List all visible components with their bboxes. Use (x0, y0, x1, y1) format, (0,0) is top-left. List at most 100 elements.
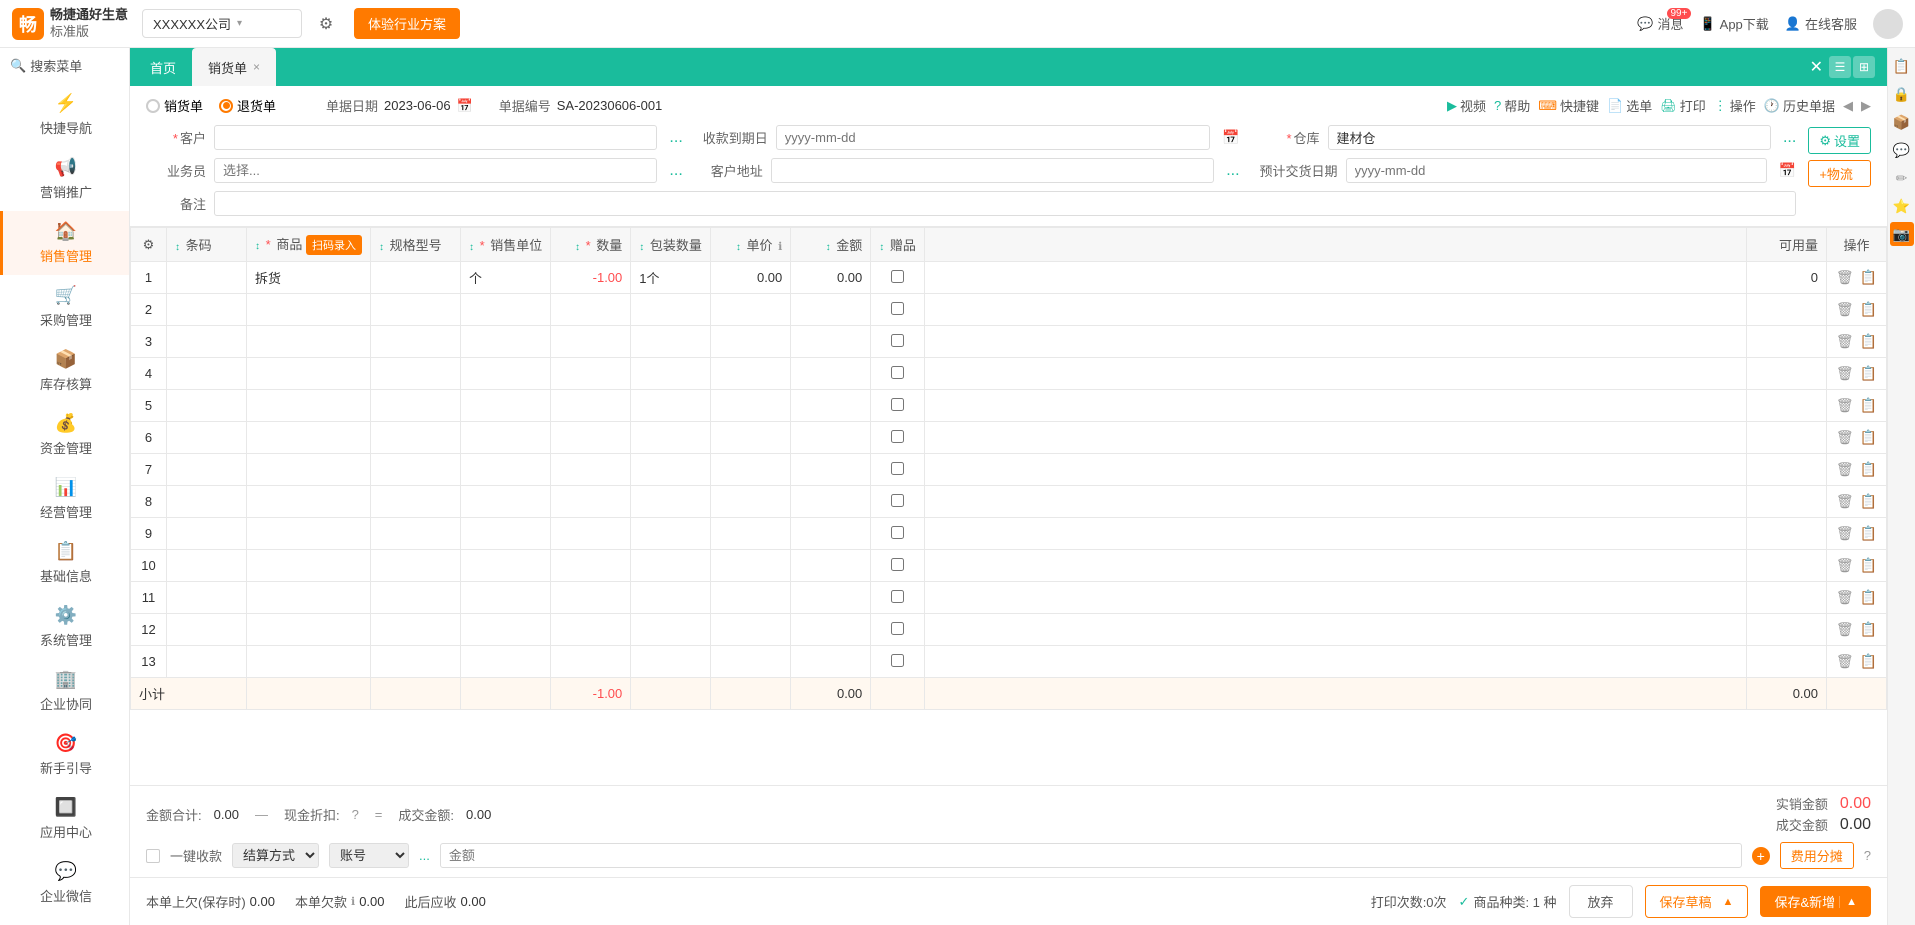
cell-gift[interactable] (871, 422, 925, 454)
customer-ellipsis-icon[interactable]: ... (669, 129, 682, 147)
delete-icon[interactable]: 🗑 (1836, 557, 1854, 574)
sidebar-item-quick-nav[interactable]: ⚡ 快捷导航 (0, 83, 129, 147)
copy-icon[interactable]: 📋 (1860, 557, 1877, 574)
cum-balance-info-icon[interactable]: ℹ (351, 895, 355, 908)
payment-add-button[interactable]: + (1752, 847, 1770, 865)
expense-split-button[interactable]: 费用分摊 (1780, 842, 1854, 869)
cell-gift[interactable] (871, 646, 925, 678)
sidebar-item-operations[interactable]: 📊 经营管理 (0, 467, 129, 531)
delivery-date-input[interactable] (1346, 158, 1767, 183)
cell-notes[interactable] (924, 262, 1746, 294)
online-service-button[interactable]: 👤 在线客服 (1785, 14, 1857, 33)
cell-notes[interactable] (924, 390, 1746, 422)
sidebar-item-purchase[interactable]: 🛒 采购管理 (0, 275, 129, 339)
right-sidebar-icon-1[interactable]: 📋 (1890, 54, 1914, 78)
delete-icon[interactable]: 🗑 (1836, 333, 1854, 350)
cell-notes[interactable] (924, 358, 1746, 390)
cell-spec[interactable] (370, 518, 460, 550)
prev-record-icon[interactable]: ◀ (1843, 98, 1853, 114)
cell-notes[interactable] (924, 326, 1746, 358)
cell-notes[interactable] (924, 550, 1746, 582)
customer-input[interactable] (214, 125, 657, 150)
close-all-tabs-icon[interactable]: ✕ (1810, 57, 1823, 77)
cell-notes[interactable] (924, 454, 1746, 486)
th-barcode[interactable]: ↕ 条码 (167, 228, 247, 262)
delete-icon[interactable]: 🗑 (1836, 621, 1854, 638)
save-draft-chevron-icon[interactable]: ▲ (1716, 896, 1734, 908)
th-product[interactable]: ↕ * 商品 扫码录入 (247, 228, 371, 262)
cell-barcode[interactable] (167, 518, 247, 550)
cell-gift[interactable] (871, 486, 925, 518)
right-sidebar-icon-2[interactable]: 🔒 (1890, 82, 1914, 106)
sidebar-item-system[interactable]: ⚙️ 系统管理 (0, 595, 129, 659)
cell-notes[interactable] (924, 646, 1746, 678)
grid-view-btn[interactable]: ⊞ (1853, 56, 1875, 78)
salesperson-ellipsis-icon[interactable]: ... (669, 162, 682, 180)
logistics-button[interactable]: +物流 (1808, 160, 1871, 187)
one-click-pay-checkbox[interactable] (146, 849, 160, 863)
delete-icon[interactable]: 🗑 (1836, 397, 1854, 414)
delivery-date-calendar-icon[interactable]: 📅 (1779, 162, 1796, 179)
sidebar-item-app-center[interactable]: 🔲 应用中心 (0, 787, 129, 851)
tab-sales-order[interactable]: 销货单 × (192, 48, 276, 86)
copy-icon[interactable]: 📋 (1860, 589, 1877, 606)
cell-notes[interactable] (924, 486, 1746, 518)
cell-spec[interactable] (370, 550, 460, 582)
cell-spec[interactable] (370, 294, 460, 326)
print-btn[interactable]: 🖨 打印 (1660, 96, 1706, 115)
warehouse-input[interactable] (1328, 125, 1771, 150)
cell-notes[interactable] (924, 422, 1746, 454)
th-unit[interactable]: ↕ * 销售单位 (460, 228, 550, 262)
cell-barcode[interactable] (167, 454, 247, 486)
sidebar-item-wechat[interactable]: 💬 企业微信 (0, 851, 129, 915)
copy-icon[interactable]: 📋 (1860, 397, 1877, 414)
cell-spec[interactable] (370, 614, 460, 646)
delete-icon[interactable]: 🗑 (1836, 429, 1854, 446)
cell-gift[interactable] (871, 454, 925, 486)
delete-icon[interactable]: 🗑 (1836, 365, 1854, 382)
right-sidebar-icon-7[interactable]: 📷 (1890, 222, 1914, 246)
cell-notes[interactable] (924, 294, 1746, 326)
cell-barcode[interactable] (167, 582, 247, 614)
tab-home[interactable]: 首页 (134, 48, 192, 86)
cell-spec[interactable] (370, 646, 460, 678)
settings-button[interactable]: ⚙ 设置 (1808, 127, 1871, 154)
copy-icon[interactable]: 📋 (1860, 365, 1877, 382)
operation-btn[interactable]: ⋮ 操作 (1714, 96, 1756, 115)
company-selector[interactable]: XXXXXX公司 ▾ (142, 9, 302, 38)
cell-spec[interactable] (370, 582, 460, 614)
cell-gift[interactable] (871, 390, 925, 422)
sidebar-item-inventory[interactable]: 📦 库存核算 (0, 339, 129, 403)
sidebar-item-marketing[interactable]: 📢 营销推广 (0, 147, 129, 211)
delete-icon[interactable]: 🗑 (1836, 461, 1854, 478)
cell-notes[interactable] (924, 614, 1746, 646)
right-sidebar-icon-3[interactable]: 📦 (1890, 110, 1914, 134)
cell-gift[interactable] (871, 550, 925, 582)
delete-icon[interactable]: 🗑 (1836, 301, 1854, 318)
cell-gift[interactable] (871, 294, 925, 326)
trial-button[interactable]: 体验行业方案 (354, 8, 460, 39)
cell-barcode[interactable] (167, 550, 247, 582)
delete-icon[interactable]: 🗑 (1836, 589, 1854, 606)
cell-spec[interactable] (370, 422, 460, 454)
delete-icon[interactable]: 🗑 (1836, 525, 1854, 542)
radio-sales-order[interactable]: 销货单 (146, 96, 203, 115)
th-settings[interactable]: ⚙ (131, 228, 167, 262)
customer-address-input[interactable] (771, 158, 1214, 183)
payment-amount-input[interactable] (440, 843, 1742, 868)
sidebar-item-guide[interactable]: 🎯 新手引导 (0, 723, 129, 787)
th-spec[interactable]: ↕ 规格型号 (370, 228, 460, 262)
sidebar-item-basic[interactable]: 📋 基础信息 (0, 531, 129, 595)
warehouse-ellipsis-icon[interactable]: ... (1783, 129, 1796, 147)
account-ellipsis-icon[interactable]: ... (419, 848, 430, 863)
cell-barcode[interactable] (167, 614, 247, 646)
copy-icon[interactable]: 📋 (1860, 461, 1877, 478)
salesperson-input[interactable] (214, 158, 657, 183)
copy-icon[interactable]: 📋 (1860, 653, 1877, 670)
list-view-btn[interactable]: ☰ (1829, 56, 1851, 78)
copy-icon[interactable]: 📋 (1860, 429, 1877, 446)
cell-spec[interactable] (370, 390, 460, 422)
save-new-chevron-icon[interactable]: ▲ (1839, 896, 1857, 908)
date-calendar-icon[interactable]: 📅 (457, 98, 473, 114)
cell-notes[interactable] (924, 518, 1746, 550)
